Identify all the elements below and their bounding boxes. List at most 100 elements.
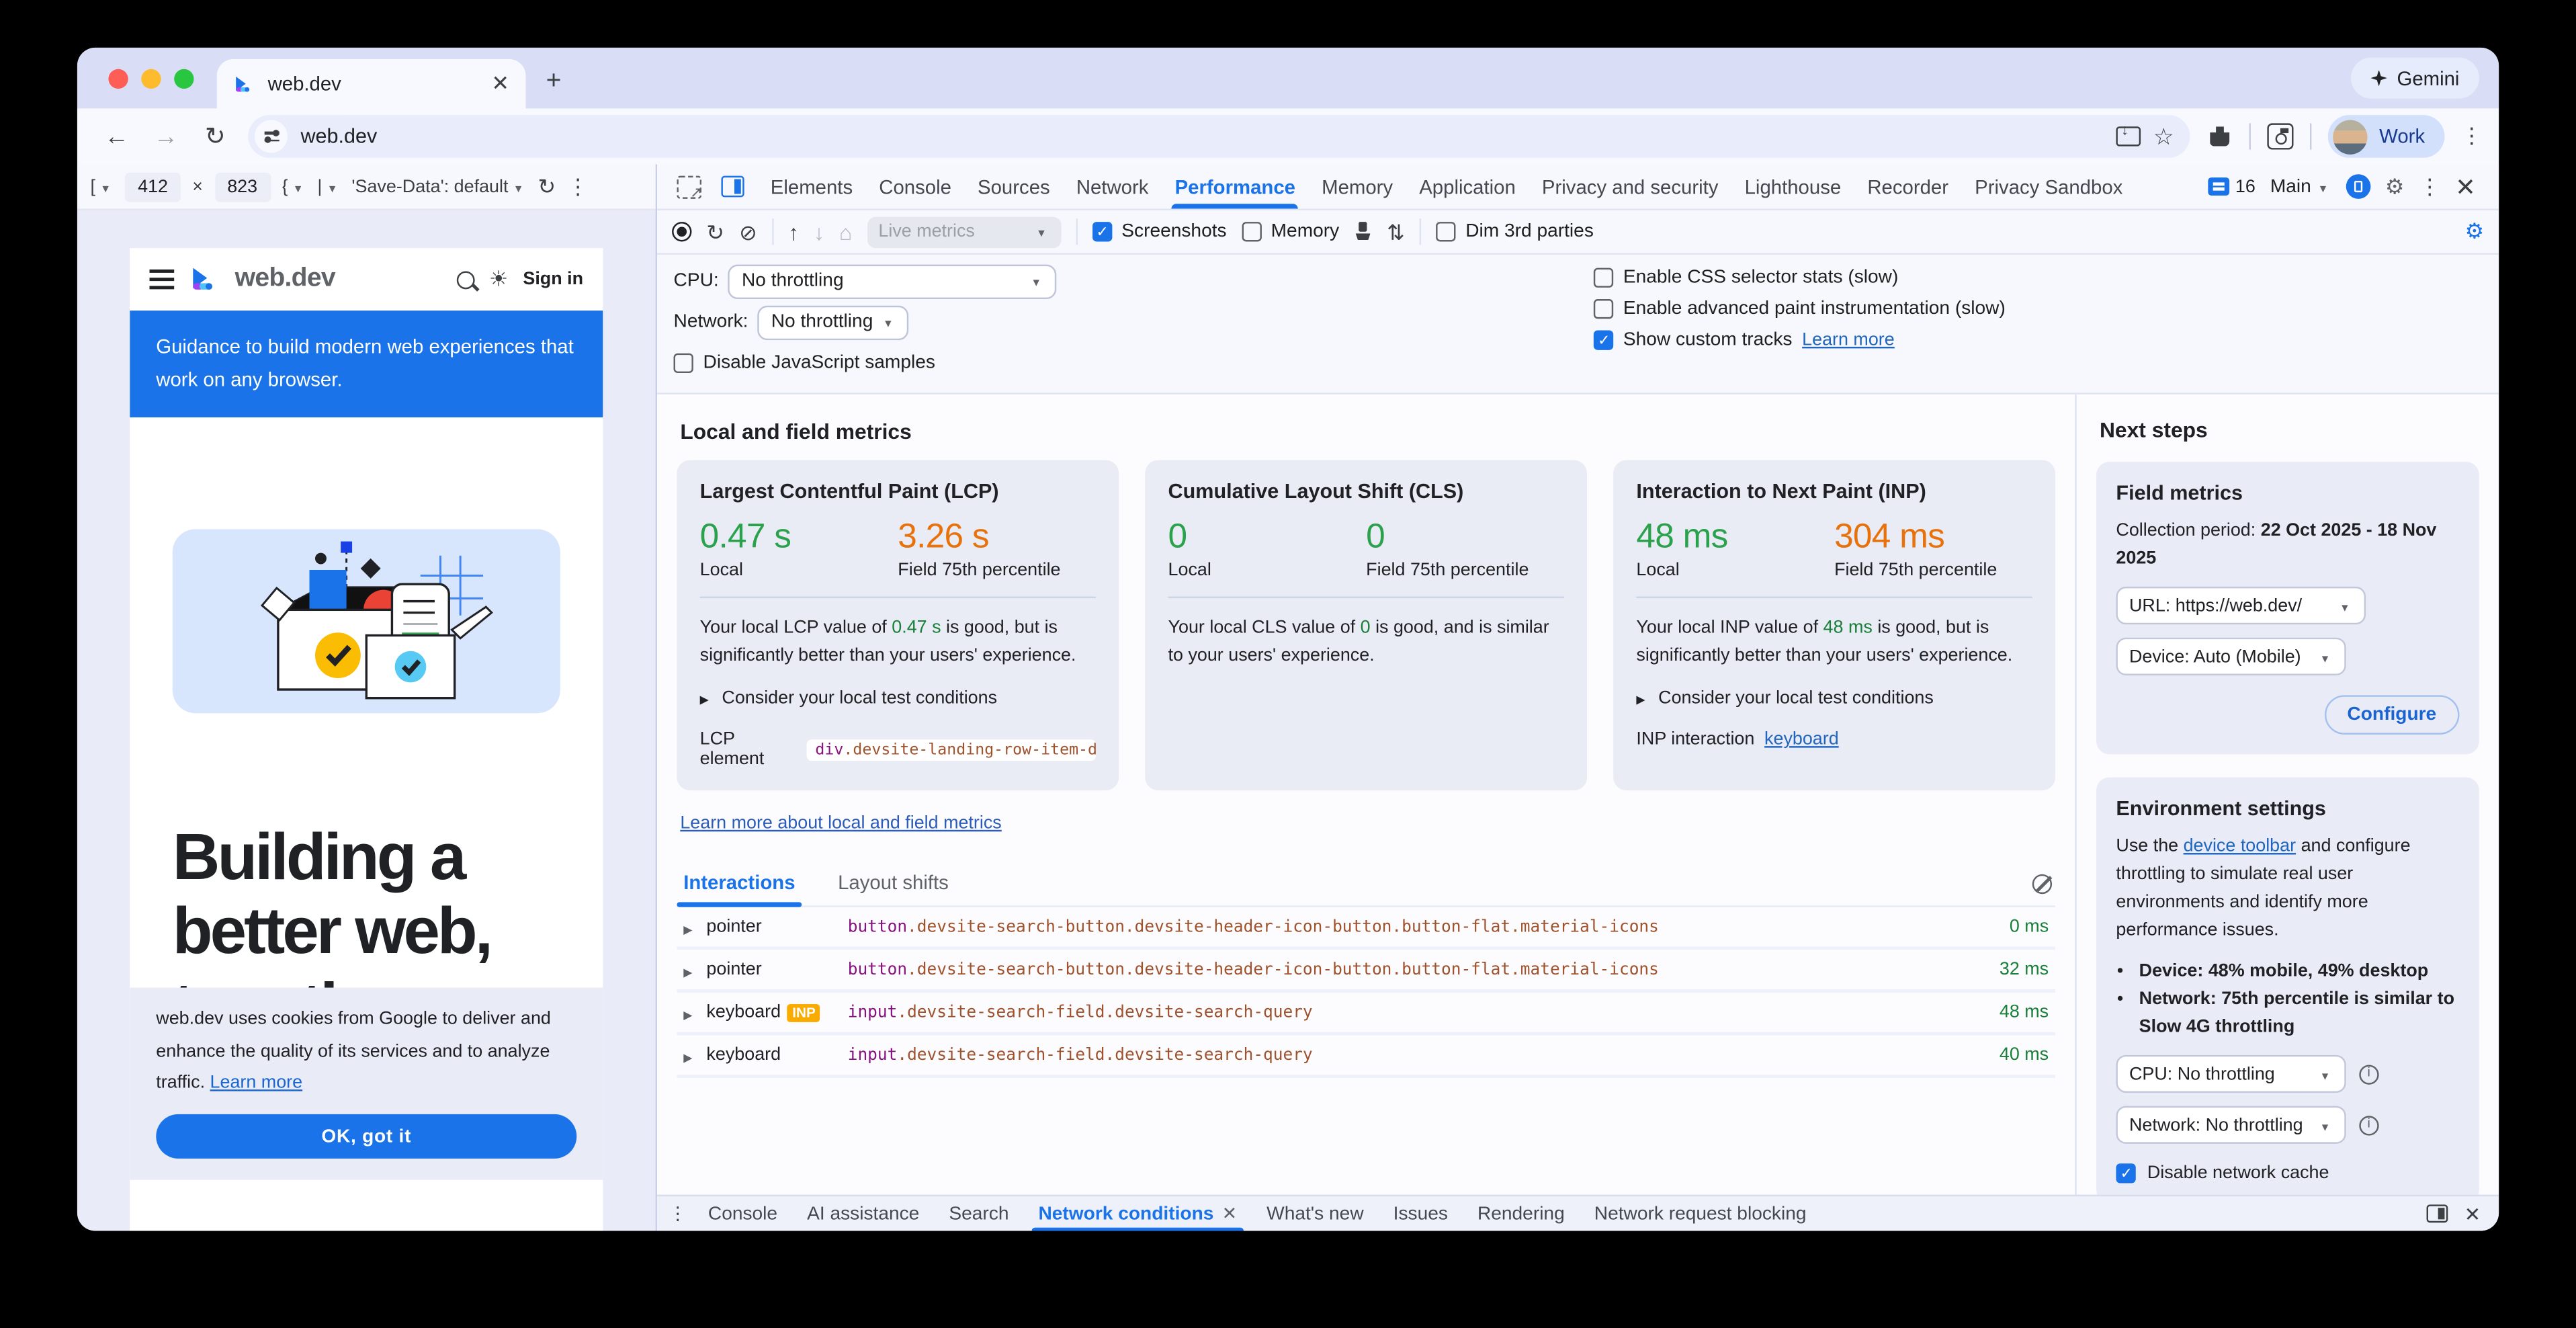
- device-height-input[interactable]: 823: [214, 172, 270, 202]
- tab-layout-shifts[interactable]: Layout shifts: [834, 871, 952, 905]
- paint-instrumentation-row[interactable]: Enable advanced paint instrumentation (s…: [1594, 299, 2483, 319]
- device-width-input[interactable]: 412: [125, 172, 181, 202]
- clear-log-icon[interactable]: [2032, 874, 2052, 893]
- drawer-tab-search[interactable]: Search: [934, 1196, 1023, 1231]
- table-row[interactable]: pointer button.devsite-search-button.dev…: [677, 950, 2055, 993]
- table-row[interactable]: pointer button.devsite-search-button.dev…: [677, 907, 2055, 950]
- drawer-menu-icon[interactable]: ⋮: [669, 1203, 687, 1225]
- tab-application[interactable]: Application: [1406, 165, 1529, 209]
- drawer-tab-console[interactable]: Console: [693, 1196, 792, 1231]
- garbage-collect-icon[interactable]: [1354, 222, 1372, 241]
- load-profile-icon[interactable]: ↑: [788, 221, 799, 243]
- console-messages-icon[interactable]: [2207, 177, 2229, 196]
- row-expand-icon[interactable]: [683, 955, 706, 985]
- metrics-learn-more-link[interactable]: Learn more about local and field metrics: [680, 813, 1001, 833]
- device-connection-icon[interactable]: [2346, 174, 2370, 199]
- profile-button[interactable]: Work: [2328, 115, 2444, 158]
- browser-tab[interactable]: web.dev ✕: [217, 59, 526, 108]
- tab-recorder[interactable]: Recorder: [1854, 165, 1962, 209]
- minimize-window-button[interactable]: [141, 68, 161, 87]
- record-icon[interactable]: [672, 222, 691, 241]
- live-metrics-home-icon[interactable]: ⌂: [839, 221, 852, 243]
- device-toolbar-link[interactable]: device toolbar: [2184, 837, 2296, 856]
- tab-interactions[interactable]: Interactions: [680, 871, 798, 905]
- toggle-sidebar-icon[interactable]: [2426, 1204, 2448, 1222]
- gemini-button[interactable]: Gemini: [2351, 58, 2479, 99]
- sign-in-button[interactable]: Sign in: [523, 269, 583, 289]
- memory-checkbox[interactable]: [1242, 222, 1261, 241]
- new-tab-button[interactable]: +: [532, 60, 575, 103]
- search-icon[interactable]: [456, 270, 474, 288]
- paint-instrumentation-checkbox[interactable]: [1594, 299, 1613, 319]
- throttling-select[interactable]: |: [317, 177, 340, 196]
- toggle-device-toolbar-icon[interactable]: [721, 176, 744, 198]
- maximize-window-button[interactable]: [174, 68, 194, 87]
- dim-3rd-parties-option[interactable]: Dim 3rd parties: [1436, 222, 1594, 241]
- close-drawer-tab-icon[interactable]: ✕: [1222, 1203, 1238, 1225]
- inp-consider-disclosure[interactable]: Consider your local test conditions: [1636, 689, 2032, 708]
- theme-toggle-icon[interactable]: ☀: [489, 266, 509, 292]
- context-select[interactable]: Main: [2270, 177, 2331, 196]
- screenshots-checkbox[interactable]: [1092, 222, 1111, 241]
- screenshots-option[interactable]: Screenshots: [1092, 222, 1226, 241]
- configure-button[interactable]: Configure: [2324, 696, 2459, 735]
- tab-memory[interactable]: Memory: [1309, 165, 1406, 209]
- browser-menu-icon[interactable]: ⋮: [2461, 123, 2483, 149]
- devtools-settings-gear-icon[interactable]: ⚙: [2385, 173, 2405, 200]
- field-device-select[interactable]: Device: Auto (Mobile): [2116, 638, 2346, 675]
- network-throttling-select[interactable]: No throttling: [758, 305, 909, 339]
- disable-cache-row[interactable]: Disable network cache: [2116, 1164, 2459, 1184]
- row-expand-icon[interactable]: [683, 1040, 706, 1070]
- memory-option[interactable]: Memory: [1242, 222, 1340, 241]
- custom-tracks-learn-more-link[interactable]: Learn more: [1802, 330, 1895, 349]
- env-network-select[interactable]: Network: No throttling: [2116, 1107, 2346, 1145]
- reload-button[interactable]: ↻: [199, 122, 232, 151]
- disable-js-samples-row[interactable]: Disable JavaScript samples: [674, 347, 1594, 380]
- devtools-menu-icon[interactable]: ⋮: [2419, 173, 2440, 200]
- save-profile-icon[interactable]: ↓: [814, 221, 824, 243]
- capture-settings-gear-icon[interactable]: ⚙: [2465, 218, 2485, 245]
- table-row[interactable]: keyboardINP input.devsite-search-field.d…: [677, 993, 2055, 1036]
- address-bar[interactable]: web.dev ☆: [248, 115, 2190, 158]
- drawer-tab-network-conditions[interactable]: Network conditions✕: [1023, 1196, 1252, 1231]
- collapse-tracks-icon[interactable]: ⇅: [1387, 221, 1405, 243]
- tab-search-icon[interactable]: [2268, 123, 2294, 149]
- back-button[interactable]: ←: [100, 122, 133, 151]
- forward-button[interactable]: →: [150, 122, 183, 151]
- env-cpu-select[interactable]: CPU: No throttling: [2116, 1056, 2346, 1093]
- save-data-select[interactable]: 'Save-Data': default: [351, 177, 526, 196]
- extensions-icon[interactable]: [2206, 123, 2233, 149]
- disable-cache-checkbox[interactable]: [2116, 1164, 2135, 1184]
- drawer-tab-network-request-blocking[interactable]: Network request blocking: [1580, 1196, 1821, 1231]
- drawer-tab-ai-assistance[interactable]: AI assistance: [792, 1196, 934, 1231]
- tab-network[interactable]: Network: [1063, 165, 1162, 209]
- install-app-icon[interactable]: [2116, 126, 2141, 146]
- custom-tracks-checkbox[interactable]: [1594, 330, 1613, 349]
- hamburger-menu-icon[interactable]: [150, 269, 175, 289]
- tab-lighthouse[interactable]: Lighthouse: [1731, 165, 1854, 209]
- cpu-throttling-select[interactable]: No throttling: [728, 263, 1057, 298]
- tab-performance[interactable]: Performance: [1162, 165, 1309, 209]
- close-devtools-icon[interactable]: ✕: [2455, 172, 2476, 202]
- clear-icon[interactable]: ⊘: [739, 221, 757, 243]
- record-and-reload-icon[interactable]: ↻: [706, 221, 724, 243]
- close-tab-icon[interactable]: ✕: [491, 71, 509, 97]
- row-expand-icon[interactable]: [683, 997, 706, 1027]
- css-selector-stats-row[interactable]: Enable CSS selector stats (slow): [1594, 268, 2483, 288]
- css-selector-stats-checkbox[interactable]: [1594, 268, 1613, 288]
- drawer-tab-whats-new[interactable]: What's new: [1252, 1196, 1378, 1231]
- custom-tracks-row[interactable]: Show custom tracks Learn more: [1594, 330, 2483, 349]
- tab-privacy-sandbox[interactable]: Privacy Sandbox: [1962, 165, 2136, 209]
- inp-interaction-link[interactable]: keyboard: [1764, 730, 1839, 749]
- close-drawer-icon[interactable]: ✕: [2464, 1202, 2481, 1225]
- site-settings-icon[interactable]: [255, 120, 288, 153]
- url-text[interactable]: web.dev: [300, 125, 2102, 148]
- lcp-element-chip[interactable]: div.devsite-landing-row-item-d…: [807, 739, 1096, 760]
- cookie-learn-more-link[interactable]: Learn more: [210, 1073, 303, 1092]
- tab-sources[interactable]: Sources: [964, 165, 1063, 209]
- close-window-button[interactable]: [108, 68, 128, 87]
- disable-js-samples-checkbox[interactable]: [674, 354, 693, 373]
- row-expand-icon[interactable]: [683, 912, 706, 942]
- device-toolbar-menu-icon[interactable]: ⋮: [567, 173, 589, 200]
- drawer-tab-issues[interactable]: Issues: [1379, 1196, 1463, 1231]
